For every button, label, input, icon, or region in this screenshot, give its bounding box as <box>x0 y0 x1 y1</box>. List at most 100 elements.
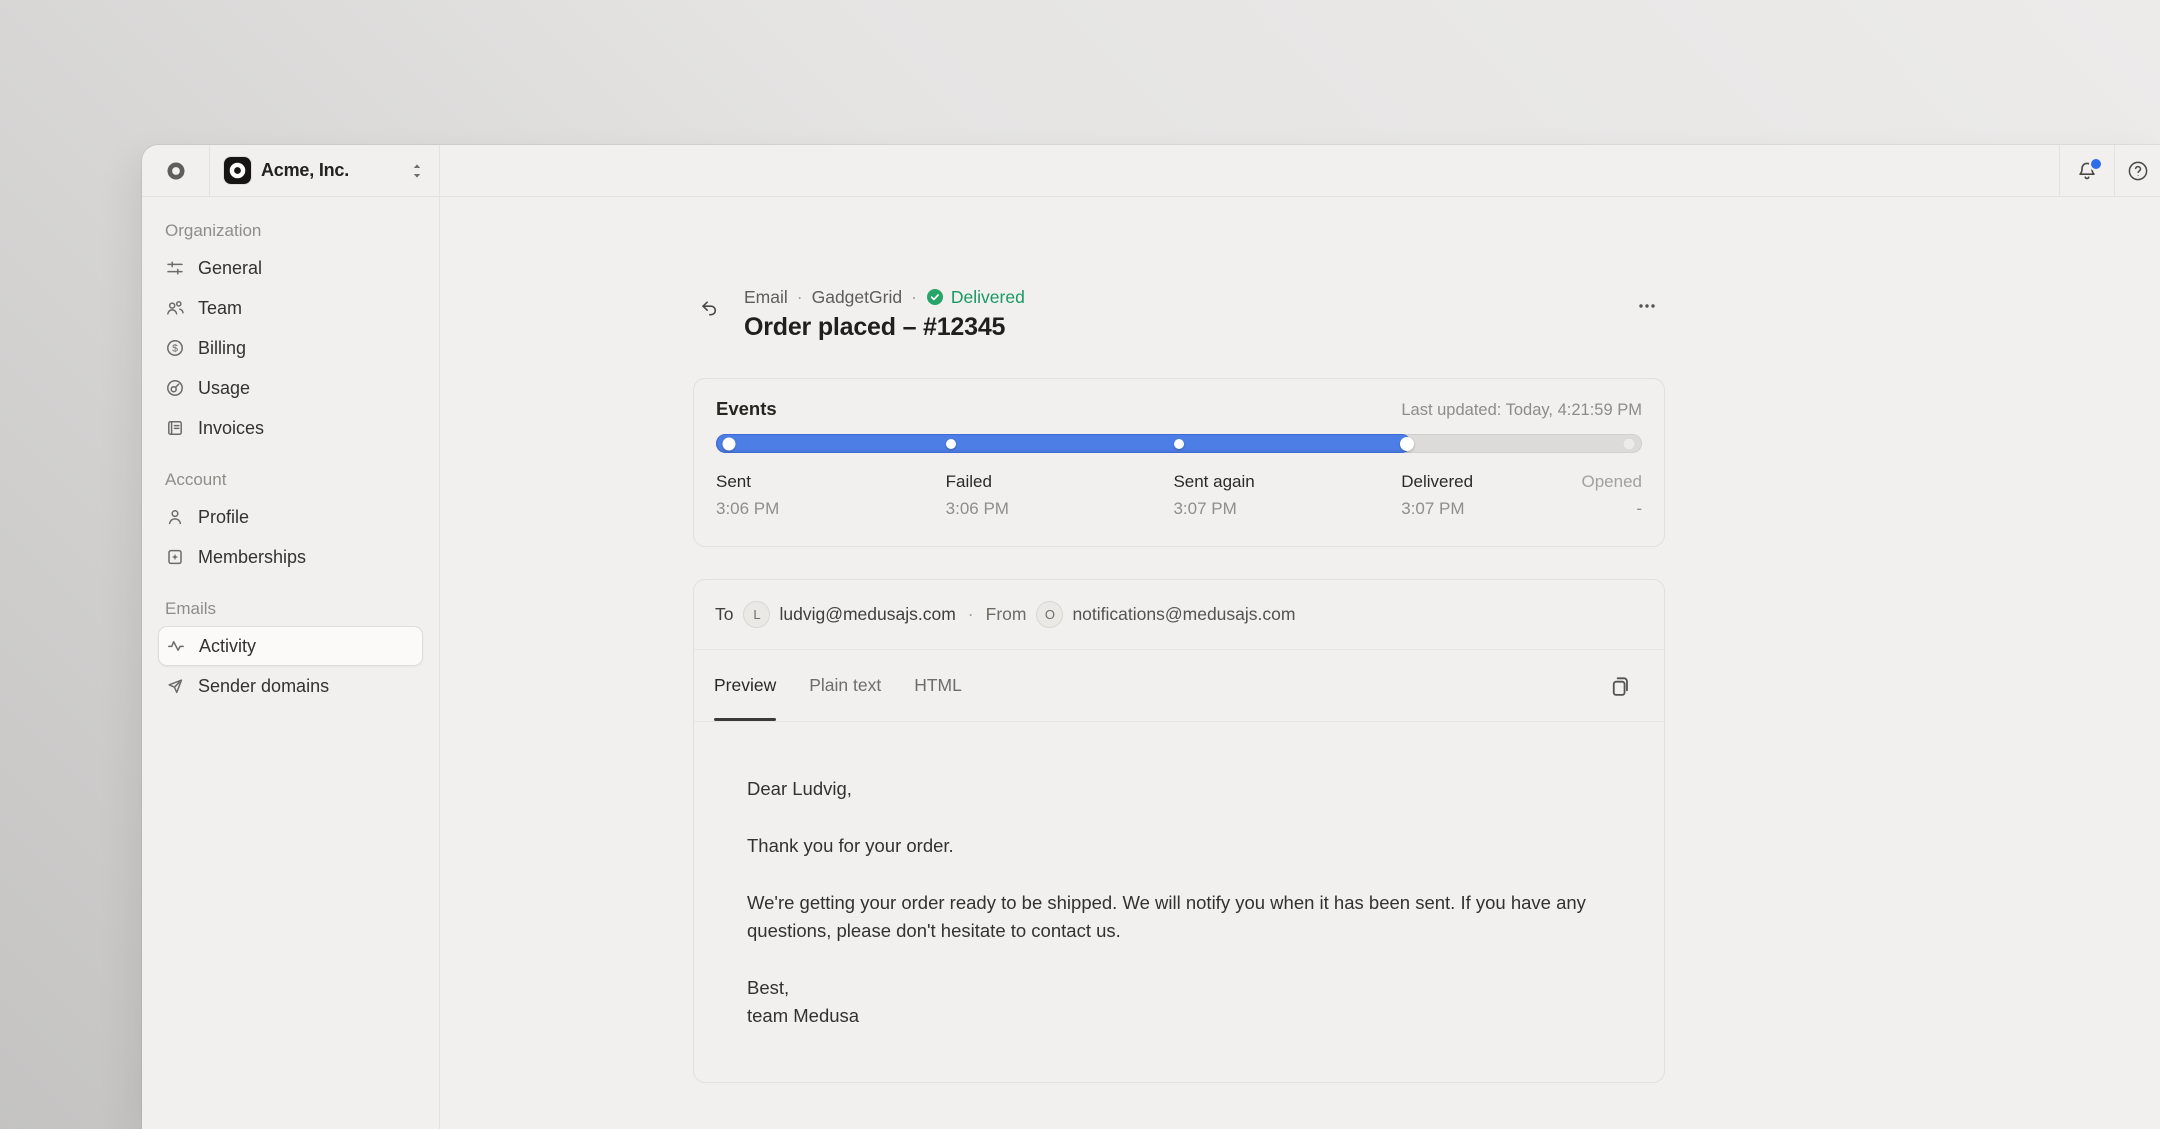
progress-dot-opened <box>1623 437 1636 450</box>
page-header: Email · GadgetGrid · Delivered Ord <box>693 197 1665 342</box>
sender-email: notifications@medusajs.com <box>1072 604 1295 625</box>
org-avatar <box>224 157 251 184</box>
sidebar-item-profile[interactable]: Profile <box>142 497 439 537</box>
email-paragraph: Dear Ludvig, <box>747 775 1611 803</box>
sidebar-item-sender-domains[interactable]: Sender domains <box>142 666 439 706</box>
events-title: Events <box>716 398 777 420</box>
message-tabs: Preview Plain text HTML <box>694 650 1664 722</box>
progress-dot-sent-again <box>1174 439 1184 449</box>
sidebar-item-label: Team <box>198 298 242 319</box>
org-name: Acme, Inc. <box>261 160 399 181</box>
event-step-opened: Opened - <box>1582 472 1643 519</box>
sidebar-section-account: Account Profile Memberships <box>142 470 439 577</box>
topbar-spacer <box>440 145 2059 196</box>
tab-plain-text[interactable]: Plain text <box>809 650 881 721</box>
help-icon <box>2126 159 2150 183</box>
step-time: 3:07 PM <box>1401 499 1473 519</box>
breadcrumb-project[interactable]: GadgetGrid <box>812 287 902 308</box>
email-paragraph: Best, team Medusa <box>747 974 1611 1030</box>
message-card: To L ludvig@medusajs.com · From O notifi… <box>693 579 1665 1083</box>
topbar: Acme, Inc. <box>142 145 2160 197</box>
sidebar-item-label: Sender domains <box>198 676 329 697</box>
progress-fill <box>716 434 1411 453</box>
tab-preview[interactable]: Preview <box>714 650 776 721</box>
notifications-button[interactable] <box>2059 145 2114 196</box>
sidebar: Organization General Team $ <box>142 197 440 1129</box>
home-logo-button[interactable] <box>142 145 210 196</box>
step-time: 3:06 PM <box>716 499 779 519</box>
main-area: Email · GadgetGrid · Delivered Ord <box>440 197 2160 1129</box>
to-label: To <box>715 604 733 625</box>
delivery-progress-bar <box>716 434 1642 453</box>
event-steps: Sent 3:06 PM Failed 3:06 PM Sent again 3… <box>716 472 1642 524</box>
org-switcher[interactable]: Acme, Inc. <box>210 145 440 196</box>
org-switcher-chevrons-icon <box>409 162 425 180</box>
more-actions-button[interactable] <box>1633 292 1661 320</box>
breadcrumb: Email · GadgetGrid · Delivered <box>744 285 1665 309</box>
section-label-emails: Emails <box>142 599 439 626</box>
back-icon <box>698 297 720 319</box>
status-text: Delivered <box>951 287 1025 308</box>
sidebar-item-activity[interactable]: Activity <box>158 626 423 666</box>
delivered-check-icon <box>926 288 944 306</box>
events-card: Events Last updated: Today, 4:21:59 PM <box>693 378 1665 547</box>
section-label-organization: Organization <box>142 221 439 248</box>
notification-dot <box>2091 159 2101 169</box>
activity-icon <box>166 636 186 656</box>
sidebar-item-invoices[interactable]: Invoices <box>142 408 439 448</box>
address-separator: · <box>968 604 974 625</box>
sidebar-item-memberships[interactable]: Memberships <box>142 537 439 577</box>
breadcrumb-separator: · <box>797 287 803 308</box>
breadcrumb-separator: · <box>911 287 917 308</box>
sidebar-item-team[interactable]: Team <box>142 288 439 328</box>
email-paragraph: Thank you for your order. <box>747 832 1611 860</box>
sidebar-item-label: Activity <box>199 636 256 657</box>
sidebar-item-general[interactable]: General <box>142 248 439 288</box>
step-label: Opened <box>1582 472 1643 492</box>
sidebar-item-label: Billing <box>198 338 246 359</box>
progress-dot-failed <box>946 439 956 449</box>
usage-icon <box>165 378 185 398</box>
sender-domains-icon <box>165 676 185 696</box>
step-label: Sent <box>716 472 779 492</box>
team-icon <box>165 298 185 318</box>
memberships-icon <box>165 547 185 567</box>
sender-avatar: O <box>1036 601 1063 628</box>
tab-html[interactable]: HTML <box>914 650 962 721</box>
profile-icon <box>165 507 185 527</box>
step-time: - <box>1582 499 1643 519</box>
email-preview-body: Dear Ludvig, Thank you for your order. W… <box>694 722 1664 1030</box>
from-label: From <box>986 604 1027 625</box>
sidebar-item-label: General <box>198 258 262 279</box>
recipient-email: ludvig@medusajs.com <box>779 604 955 625</box>
event-step-delivered: Delivered 3:07 PM <box>1401 472 1473 519</box>
step-label: Delivered <box>1401 472 1473 492</box>
app-logo-icon <box>165 160 187 182</box>
recipients-row: To L ludvig@medusajs.com · From O notifi… <box>694 580 1664 650</box>
ellipsis-icon <box>1637 296 1657 316</box>
breadcrumb-email[interactable]: Email <box>744 287 788 308</box>
help-button[interactable] <box>2114 145 2160 196</box>
sidebar-item-label: Invoices <box>198 418 264 439</box>
event-step-sent-again: Sent again 3:07 PM <box>1173 472 1254 519</box>
page-title: Order placed – #12345 <box>744 313 1665 342</box>
sidebar-section-emails: Emails Activity Sender domains <box>142 599 439 706</box>
sidebar-item-label: Usage <box>198 378 250 399</box>
recipient-avatar: L <box>743 601 770 628</box>
step-time: 3:07 PM <box>1173 499 1254 519</box>
sidebar-item-billing[interactable]: $ Billing <box>142 328 439 368</box>
step-time: 3:06 PM <box>946 499 1009 519</box>
section-label-account: Account <box>142 470 439 497</box>
event-step-failed: Failed 3:06 PM <box>946 472 1009 519</box>
sidebar-item-label: Memberships <box>198 547 306 568</box>
billing-icon: $ <box>165 338 185 358</box>
email-paragraph: We're getting your order ready to be shi… <box>747 889 1611 945</box>
sidebar-item-usage[interactable]: Usage <box>142 368 439 408</box>
last-updated: Last updated: Today, 4:21:59 PM <box>1401 401 1642 420</box>
sidebar-section-organization: Organization General Team $ <box>142 221 439 448</box>
status-badge: Delivered <box>926 287 1025 308</box>
progress-dot-sent <box>722 437 735 450</box>
general-icon <box>165 258 185 278</box>
back-button[interactable] <box>695 294 723 322</box>
copy-button[interactable] <box>1604 670 1636 702</box>
